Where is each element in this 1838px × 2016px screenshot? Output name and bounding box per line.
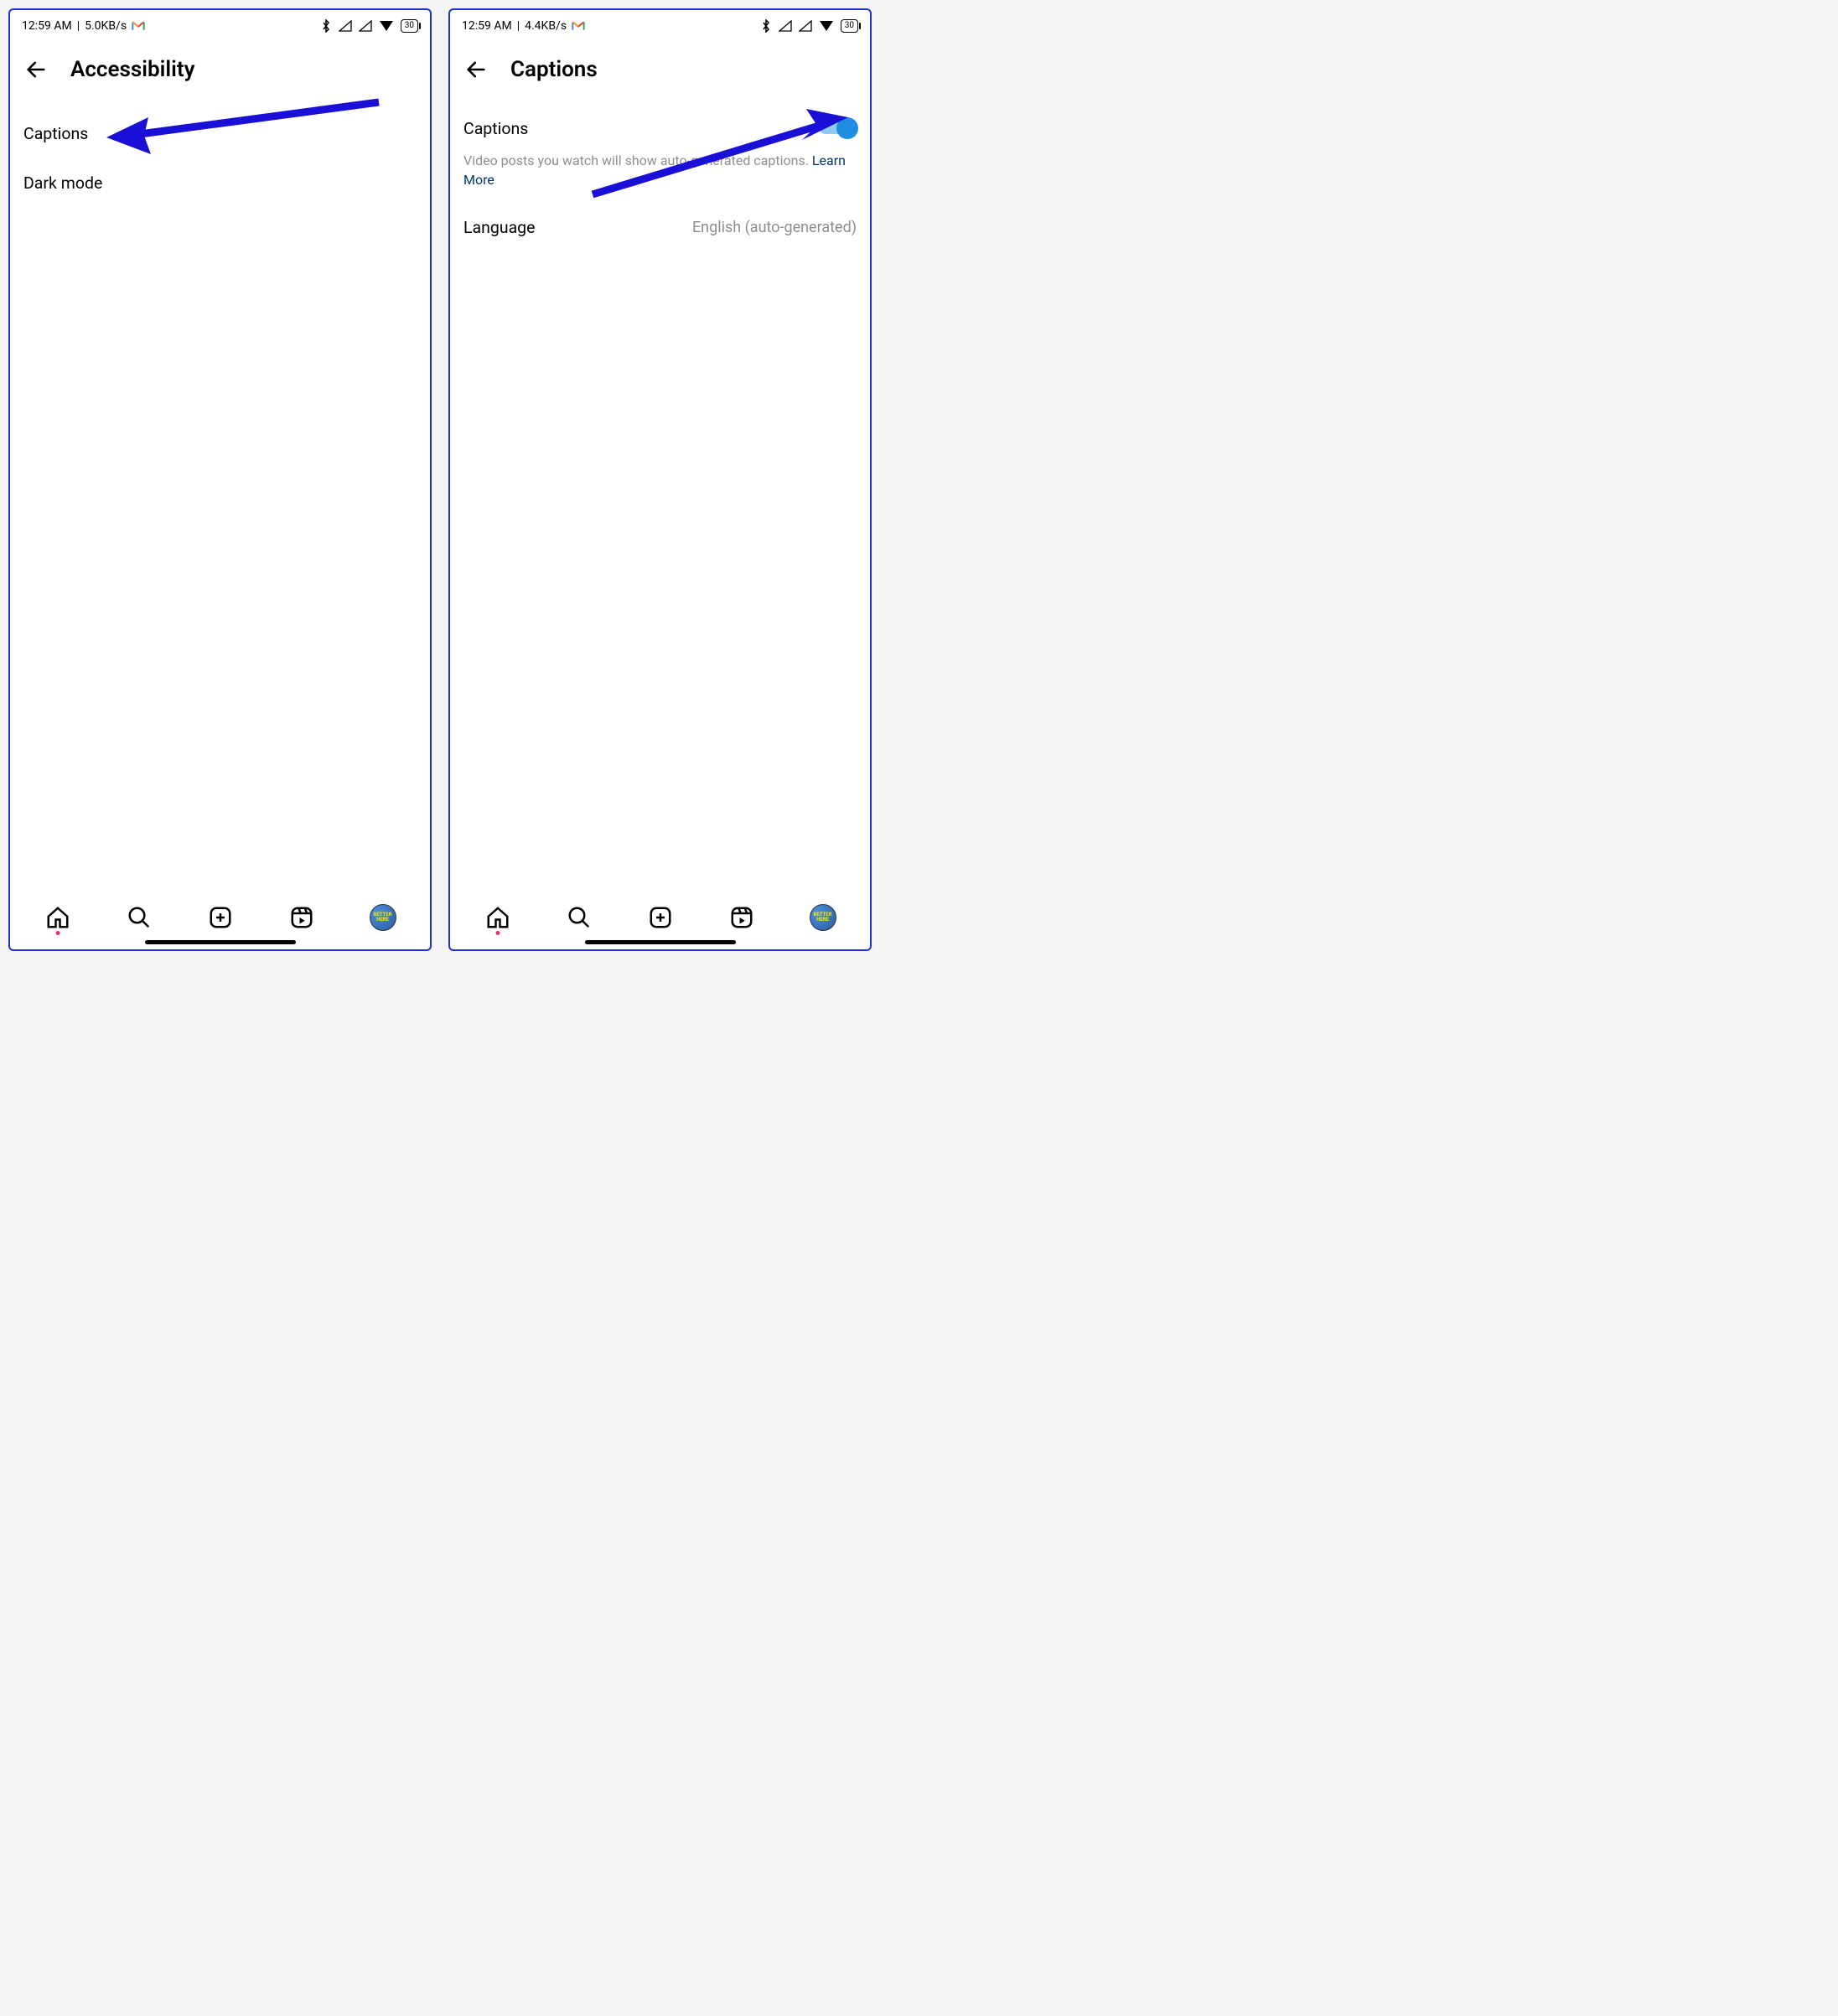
header: Captions xyxy=(450,42,870,101)
captions-label: Captions xyxy=(463,119,528,138)
status-bar: 12:59 AM | 4.4KB/s 30 xyxy=(450,10,870,42)
language-row[interactable]: Language English (auto-generated) xyxy=(463,206,857,249)
status-left: 12:59 AM | 4.4KB/s xyxy=(462,19,585,33)
battery-icon: 30 xyxy=(841,19,858,33)
content-area: Captions Dark mode xyxy=(10,101,430,889)
signal-1-icon xyxy=(779,20,792,32)
status-speed: 4.4KB/s xyxy=(525,19,567,33)
page-title: Captions xyxy=(510,57,598,82)
nav-create[interactable] xyxy=(646,903,675,932)
signal-1-icon xyxy=(339,20,352,32)
language-value: English (auto-generated) xyxy=(692,219,857,236)
status-right: 30 xyxy=(320,19,418,33)
status-speed: 5.0KB/s xyxy=(85,19,127,33)
nav-create[interactable] xyxy=(206,903,235,932)
signal-2-icon xyxy=(359,20,372,32)
nav-profile[interactable]: BETTER HERE xyxy=(369,903,397,932)
content-area: Captions Video posts you watch will show… xyxy=(450,101,870,889)
nav-search[interactable] xyxy=(565,903,593,932)
status-time: 12:59 AM xyxy=(462,19,512,33)
home-notification-dot xyxy=(495,931,500,935)
nav-home[interactable] xyxy=(44,903,72,932)
nav-search[interactable] xyxy=(125,903,153,932)
bluetooth-icon xyxy=(320,19,332,33)
language-label: Language xyxy=(463,218,535,237)
phone-accessibility: 12:59 AM | 5.0KB/s 30 Accessibility Capt… xyxy=(8,8,432,951)
phone-captions: 12:59 AM | 4.4KB/s 30 Captions Captions xyxy=(448,8,872,951)
gmail-icon xyxy=(132,21,145,31)
home-notification-dot xyxy=(55,931,60,935)
profile-avatar: BETTER HERE xyxy=(810,904,836,931)
wifi-icon xyxy=(379,20,394,32)
nav-reels[interactable] xyxy=(287,903,316,932)
battery-icon: 30 xyxy=(401,19,418,33)
header: Accessibility xyxy=(10,42,430,101)
nav-reels[interactable] xyxy=(727,903,756,932)
bluetooth-icon xyxy=(760,19,772,33)
captions-help-text: Video posts you watch will show auto-gen… xyxy=(463,144,857,206)
gesture-bar xyxy=(585,940,736,944)
signal-2-icon xyxy=(799,20,812,32)
status-time: 12:59 AM xyxy=(22,19,72,33)
profile-avatar: BETTER HERE xyxy=(370,904,396,931)
status-divider: | xyxy=(77,19,80,33)
captions-toggle-row[interactable]: Captions xyxy=(463,109,857,144)
nav-home[interactable] xyxy=(484,903,512,932)
gmail-icon xyxy=(572,21,585,31)
back-button[interactable] xyxy=(23,57,49,82)
status-divider: | xyxy=(517,19,520,33)
list-item-captions[interactable]: Captions xyxy=(23,109,417,158)
help-text-body: Video posts you watch will show auto-gen… xyxy=(463,152,809,168)
page-title: Accessibility xyxy=(70,57,194,82)
status-bar: 12:59 AM | 5.0KB/s 30 xyxy=(10,10,430,42)
status-right: 30 xyxy=(760,19,858,33)
status-left: 12:59 AM | 5.0KB/s xyxy=(22,19,145,33)
list-item-dark-mode[interactable]: Dark mode xyxy=(23,158,417,208)
back-button[interactable] xyxy=(463,57,489,82)
gesture-bar xyxy=(145,940,296,944)
captions-toggle[interactable] xyxy=(820,117,857,139)
wifi-icon xyxy=(819,20,834,32)
toggle-thumb xyxy=(836,117,858,139)
nav-profile[interactable]: BETTER HERE xyxy=(809,903,837,932)
